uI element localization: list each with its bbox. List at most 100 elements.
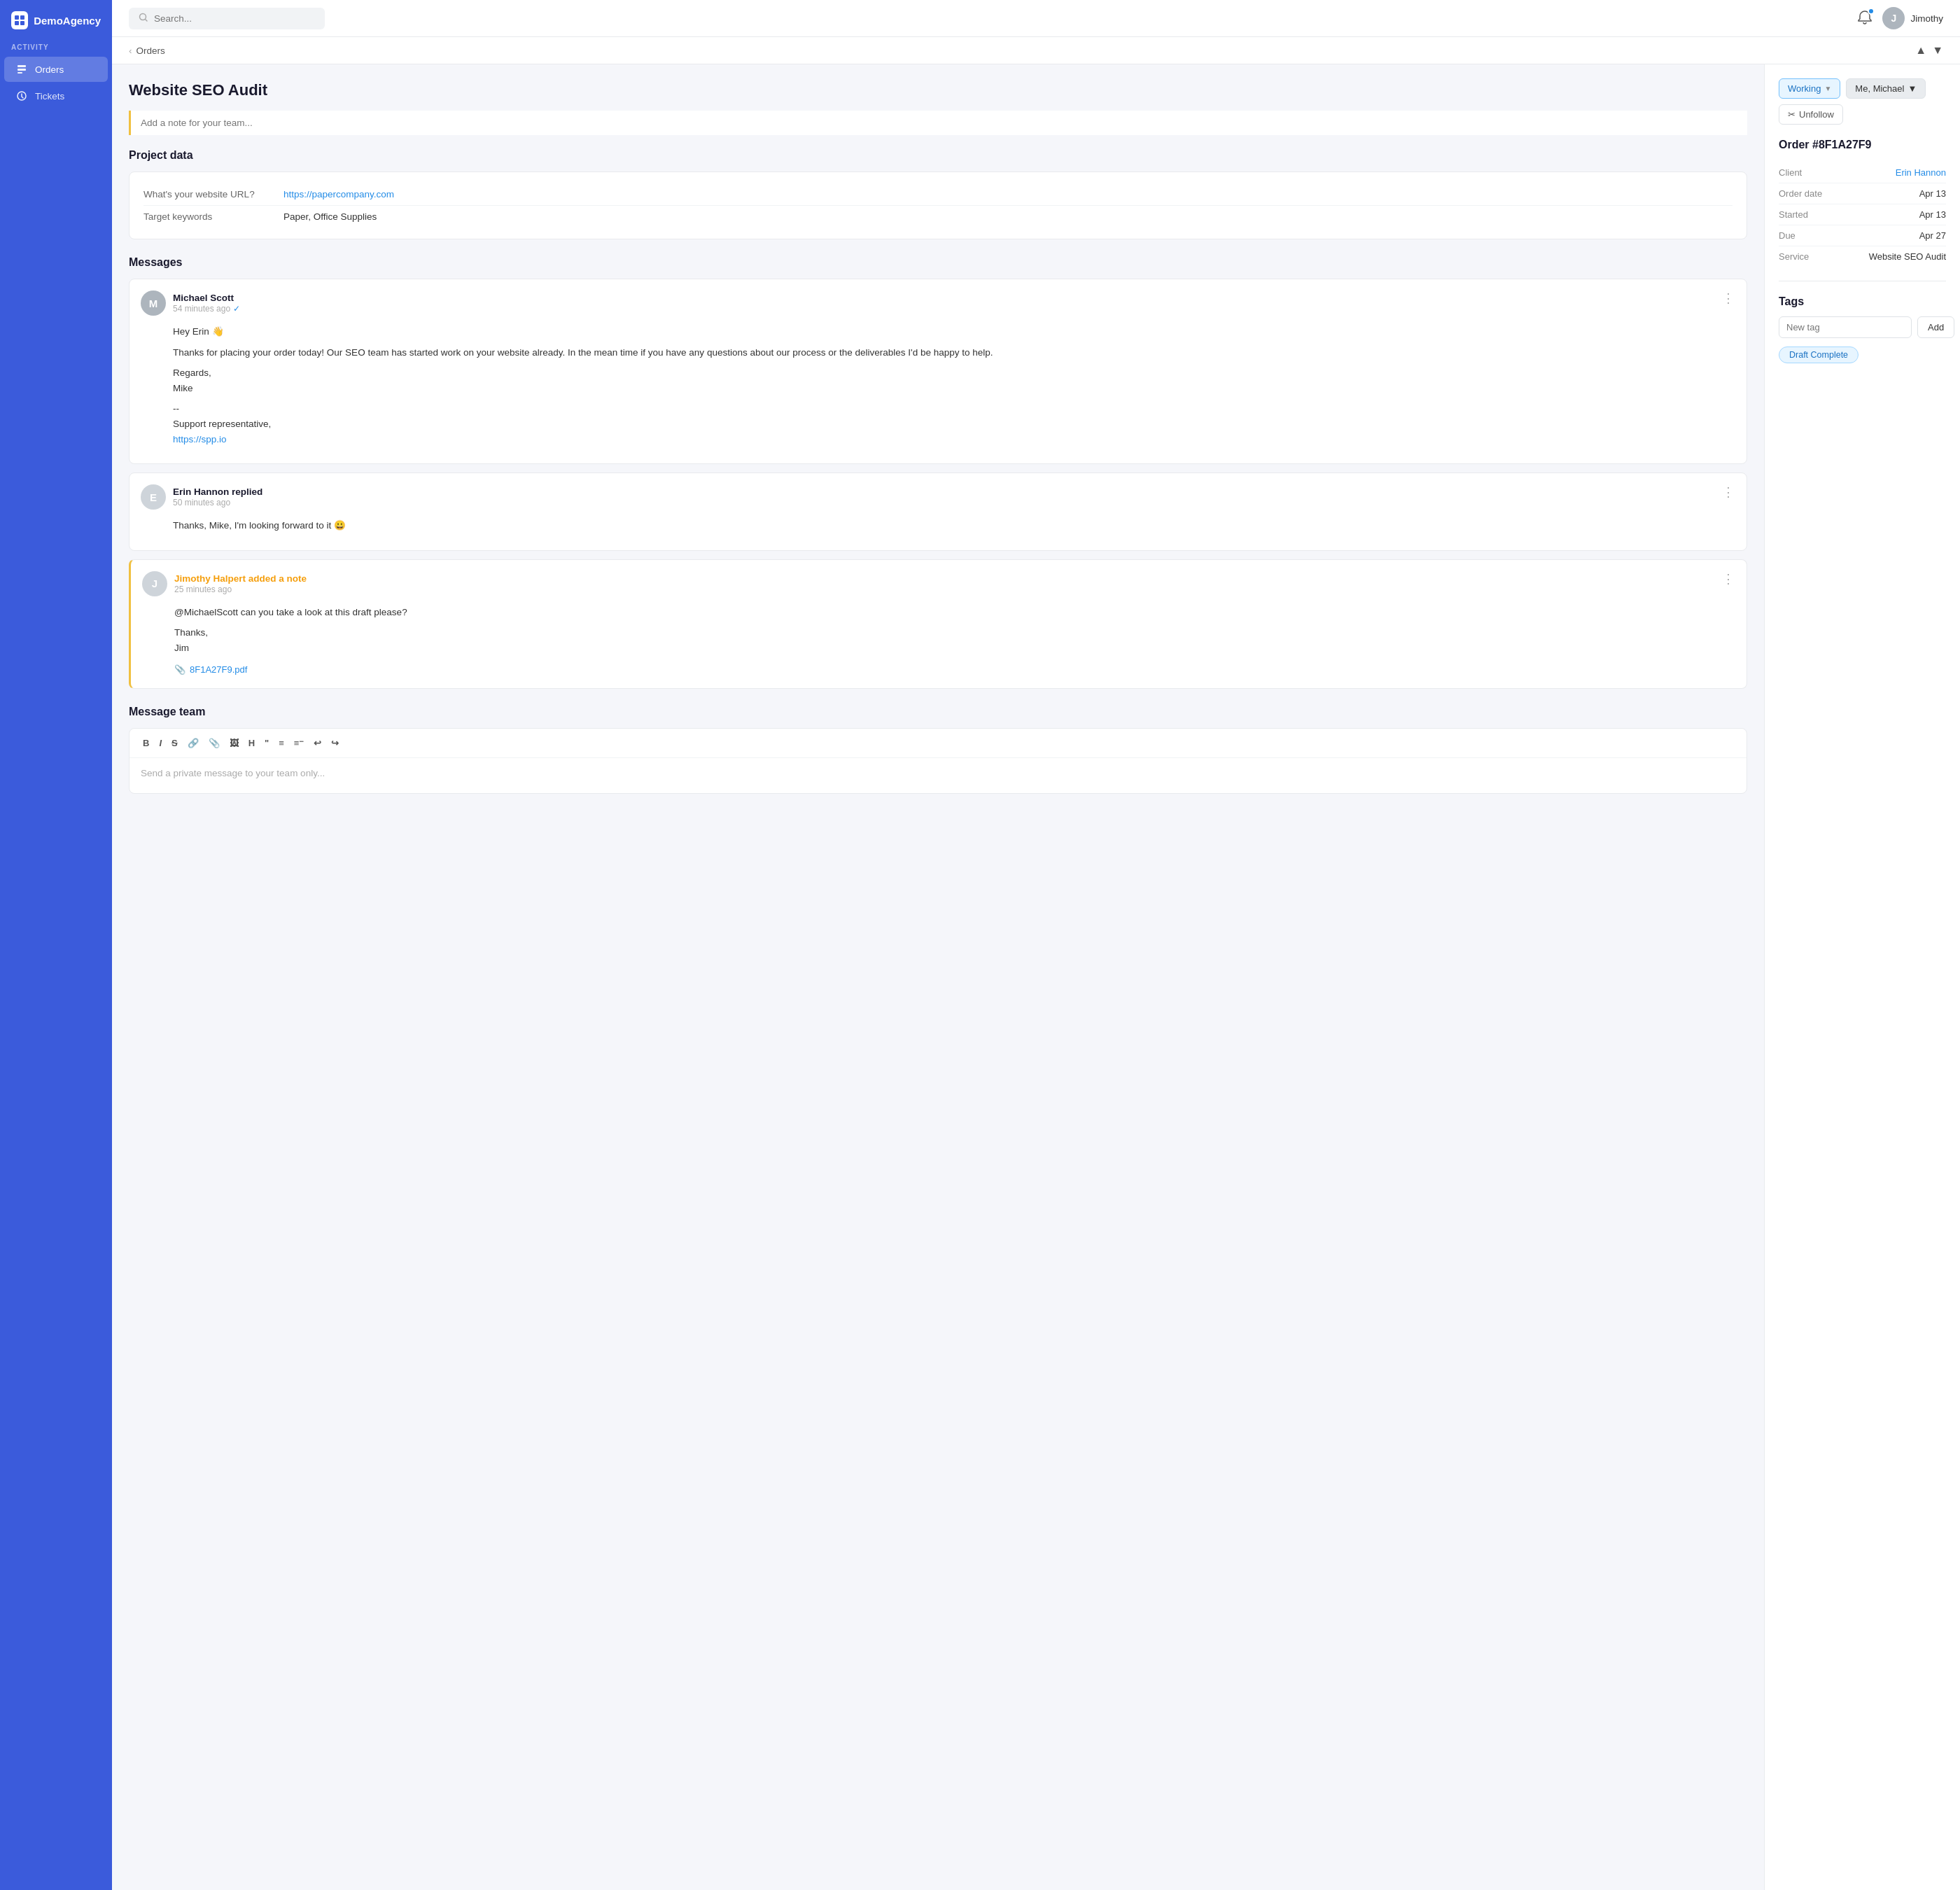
msg-line-4: --Support representative,https://spp.io xyxy=(173,401,1735,447)
order-detail-label-service: Service xyxy=(1779,251,1809,262)
left-column: Website SEO Audit Project data What's yo… xyxy=(112,64,1764,1890)
toolbar-quote[interactable]: " xyxy=(261,736,272,750)
toolbar-strikethrough[interactable]: S xyxy=(168,736,181,750)
sidebar-item-tickets-label: Tickets xyxy=(35,91,64,102)
status-button[interactable]: Working ▼ xyxy=(1779,78,1840,99)
msg-menu-1[interactable]: ⋮ xyxy=(1722,290,1735,306)
msg-menu-3[interactable]: ⋮ xyxy=(1722,571,1735,587)
breadcrumb-bar: ‹ Orders ▲ ▼ xyxy=(112,37,1960,64)
notification-badge xyxy=(1868,8,1875,15)
order-detail-row-due: Due Apr 27 xyxy=(1779,225,1946,246)
search-bar[interactable] xyxy=(129,8,325,29)
order-title: Website SEO Audit xyxy=(129,81,1747,99)
client-link[interactable]: Erin Hannon xyxy=(1896,167,1946,178)
team-note-input[interactable] xyxy=(129,111,1747,135)
msg-meta-3: Jimothy Halpert added a note 25 minutes … xyxy=(174,573,307,594)
msg-menu-2[interactable]: ⋮ xyxy=(1722,484,1735,500)
user-avatar[interactable]: J Jimothy xyxy=(1882,7,1943,29)
message-card-2: E Erin Hannon replied 50 minutes ago ⋮ T… xyxy=(129,472,1747,551)
svg-rect-4 xyxy=(18,65,26,67)
msg-name-1: Michael Scott xyxy=(173,293,240,303)
logo-icon xyxy=(11,11,28,29)
toolbar-ordered-list[interactable]: ≡⁻ xyxy=(290,736,308,750)
sidebar-item-orders-label: Orders xyxy=(35,64,64,75)
order-detail-label-started: Started xyxy=(1779,209,1808,220)
svg-rect-6 xyxy=(18,72,22,74)
toolbar-redo[interactable]: ↪ xyxy=(328,736,342,750)
toolbar-link[interactable]: 🔗 xyxy=(184,736,202,750)
msg-avatar-erin: E xyxy=(141,484,166,510)
msg-attachment[interactable]: 📎 8F1A27F9.pdf xyxy=(174,663,1735,678)
sidebar-item-orders[interactable]: Orders xyxy=(4,57,108,82)
msg-line-jim-1: @MichaelScott can you take a look at thi… xyxy=(174,605,1735,620)
unfollow-label: Unfollow xyxy=(1799,109,1834,120)
svg-rect-0 xyxy=(15,15,19,20)
msg-avatar-michael: M xyxy=(141,290,166,316)
svg-rect-2 xyxy=(15,21,19,25)
msg-time-3: 25 minutes ago xyxy=(174,584,307,594)
toolbar-undo[interactable]: ↩ xyxy=(310,736,325,750)
unfollow-button[interactable]: ✂ Unfollow xyxy=(1779,104,1843,125)
assignee-label: Me, Michael xyxy=(1855,83,1904,94)
avatar-circle: J xyxy=(1882,7,1905,29)
toolbar-heading[interactable]: H xyxy=(245,736,258,750)
msg-time-2: 50 minutes ago xyxy=(173,498,262,507)
sidebar-item-tickets[interactable]: Tickets xyxy=(4,83,108,108)
tags-input-row: Add xyxy=(1779,316,1946,338)
collapse-up-button[interactable]: ▲ xyxy=(1915,44,1926,57)
message-header-2: E Erin Hannon replied 50 minutes ago ⋮ xyxy=(141,484,1735,510)
project-data-title: Project data xyxy=(129,149,1747,162)
breadcrumb[interactable]: ‹ Orders xyxy=(129,46,165,56)
collapse-down-button[interactable]: ▼ xyxy=(1932,44,1943,57)
order-detail-row-client: Client Erin Hannon xyxy=(1779,162,1946,183)
editor-placeholder[interactable]: Send a private message to your team only… xyxy=(130,758,1746,793)
msg-line-jim-2: Thanks,Jim xyxy=(174,625,1735,655)
order-detail-value-due: Apr 27 xyxy=(1919,230,1946,241)
status-label: Working xyxy=(1788,83,1821,94)
toolbar-italic[interactable]: I xyxy=(155,736,165,750)
notification-bell[interactable] xyxy=(1857,10,1872,27)
sidebar: DemoAgency ACTIVITY Orders Tickets xyxy=(0,0,112,1890)
order-detail-row-service: Service Website SEO Audit xyxy=(1779,246,1946,267)
app-logo: DemoAgency xyxy=(0,11,112,43)
tags-title: Tags xyxy=(1779,295,1946,308)
sidebar-section-label: ACTIVITY xyxy=(0,43,112,57)
tag-input[interactable] xyxy=(1779,316,1912,338)
tag-add-button[interactable]: Add xyxy=(1917,316,1954,338)
message-header-1: M Michael Scott 54 minutes ago ✓ ⋮ xyxy=(141,290,1735,316)
search-input[interactable] xyxy=(154,13,308,24)
user-name: Jimothy xyxy=(1910,13,1943,24)
message-author-row-2: E Erin Hannon replied 50 minutes ago xyxy=(141,484,262,510)
msg-time-1: 54 minutes ago ✓ xyxy=(173,304,240,314)
message-author-row-3: J Jimothy Halpert added a note 25 minute… xyxy=(142,571,307,596)
order-detail-value-date: Apr 13 xyxy=(1919,188,1946,199)
toolbar-image[interactable]: 🖼 xyxy=(226,736,242,750)
assignee-button[interactable]: Me, Michael ▼ xyxy=(1846,78,1926,99)
editor-toolbar: B I S 🔗 📎 🖼 H " ≡ ≡⁻ ↩ ↪ xyxy=(130,729,1746,758)
toolbar-bold[interactable]: B xyxy=(139,736,153,750)
orders-icon xyxy=(15,63,28,76)
order-detail-label-due: Due xyxy=(1779,230,1795,241)
spp-link[interactable]: https://spp.io xyxy=(173,434,227,444)
project-data-label-keywords: Target keywords xyxy=(144,211,284,222)
toolbar-bullet-list[interactable]: ≡ xyxy=(275,736,288,750)
msg-line-3: Regards,Mike xyxy=(173,365,1735,396)
two-col-layout: Website SEO Audit Project data What's yo… xyxy=(112,64,1960,1890)
main-content: J Jimothy ‹ Orders ▲ ▼ Website SEO Audit… xyxy=(112,0,1960,1890)
msg-avatar-jimothy: J xyxy=(142,571,167,596)
toolbar-attachment[interactable]: 📎 xyxy=(205,736,223,750)
svg-rect-3 xyxy=(20,21,24,25)
assignee-chevron-icon: ▼ xyxy=(1907,83,1917,94)
message-team-box: B I S 🔗 📎 🖼 H " ≡ ≡⁻ ↩ ↪ Send a private … xyxy=(129,728,1747,794)
msg-body-3: @MichaelScott can you take a look at thi… xyxy=(174,605,1735,678)
website-url-link[interactable]: https://papercompany.com xyxy=(284,189,394,200)
tags-section: Tags Add Draft Complete xyxy=(1779,295,1946,363)
order-detail-row-date: Order date Apr 13 xyxy=(1779,183,1946,204)
order-details: Client Erin Hannon Order date Apr 13 Sta… xyxy=(1779,162,1946,267)
right-column: Working ▼ Me, Michael ▼ ✂ Unfollow Order… xyxy=(1764,64,1960,1890)
order-number: Order #8F1A27F9 xyxy=(1779,139,1946,151)
attachment-icon: 📎 xyxy=(174,663,186,678)
breadcrumb-chevron-left: ‹ xyxy=(129,46,132,56)
tag-badge-draft-complete[interactable]: Draft Complete xyxy=(1779,346,1858,363)
messages-section: Messages M Michael Scott 54 minutes ago … xyxy=(129,256,1747,689)
